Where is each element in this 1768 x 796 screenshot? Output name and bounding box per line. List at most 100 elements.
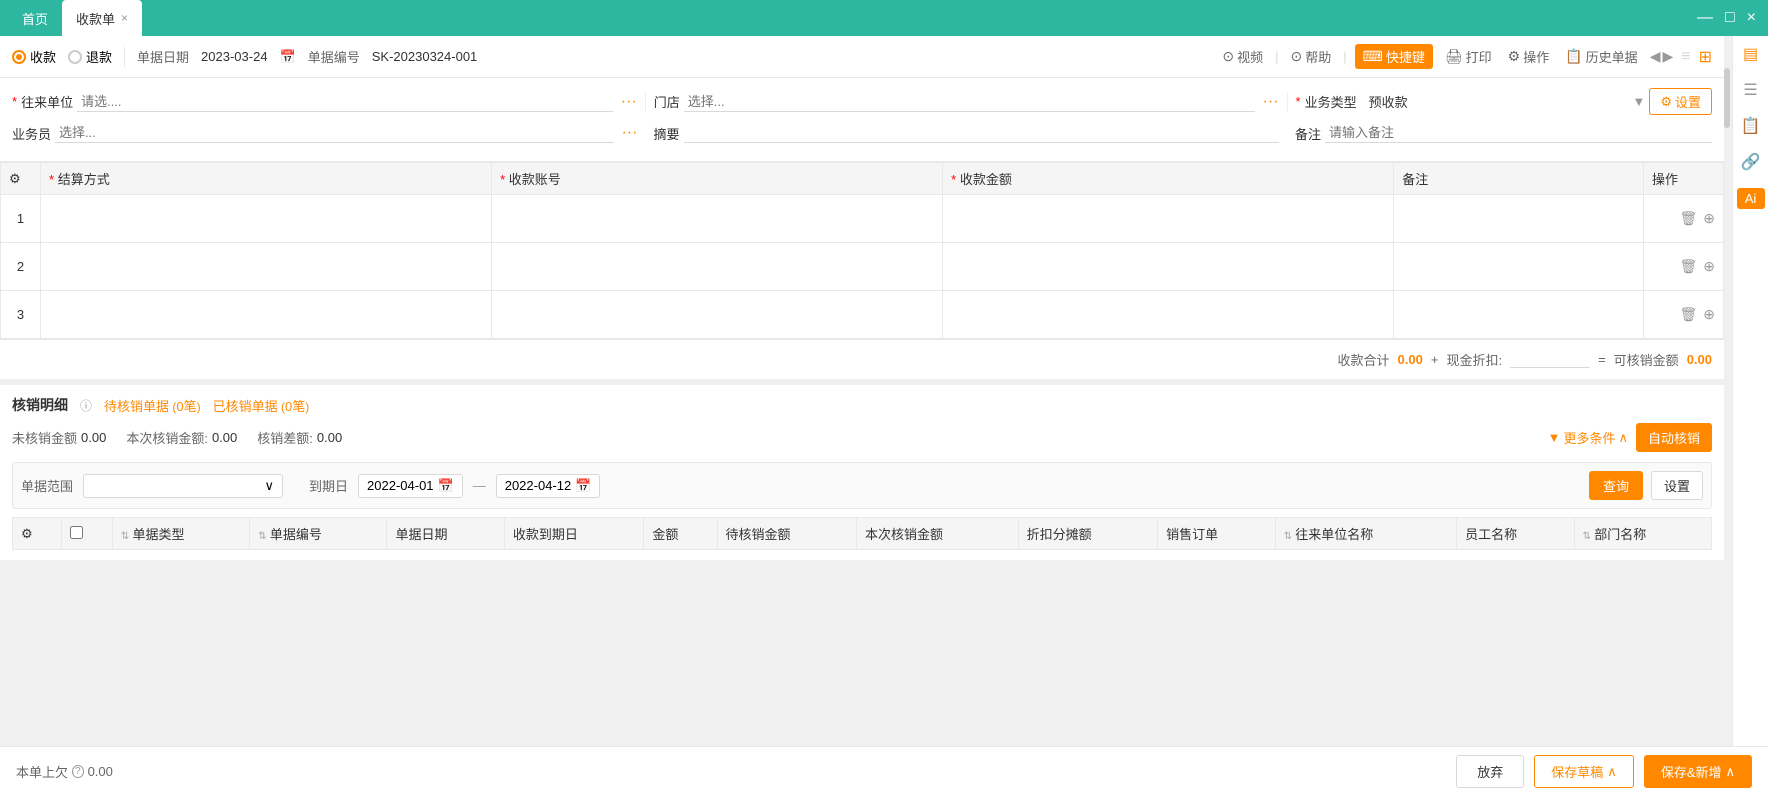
save-draft-btn[interactable]: 保存草稿 ∧ xyxy=(1534,755,1634,788)
row-2-settlement[interactable] xyxy=(41,243,492,291)
row-1-copy-icon[interactable]: ⊕ xyxy=(1703,210,1715,227)
tab-home[interactable]: 首页 xyxy=(8,0,62,36)
video-btn[interactable]: ⊙ 视频 xyxy=(1218,45,1267,68)
range-select[interactable]: ∨ xyxy=(83,474,283,498)
toolbar: 收款 退款 单据日期 2023-03-24 📅 单据编号 SK-20230324… xyxy=(0,36,1724,78)
data-table: ⚙ * 结算方式 * 收款账号 * 收款金额 备注 操作 xyxy=(0,162,1724,339)
help-btn[interactable]: ⊙ 帮助 xyxy=(1286,45,1335,68)
radio-dot-refund xyxy=(68,50,82,64)
more-conditions-btn[interactable]: ▼ 更多条件 ∧ xyxy=(1548,428,1628,447)
query-btn[interactable]: 查询 xyxy=(1589,471,1643,500)
abandon-btn[interactable]: 放弃 xyxy=(1456,755,1524,788)
row-1-amount[interactable] xyxy=(943,195,1394,243)
row-3-delete-icon[interactable]: 🗑 xyxy=(1679,306,1697,323)
col-note-header: 备注 xyxy=(1394,163,1644,195)
auto-reconcil-btn[interactable]: 自动核销 xyxy=(1636,423,1712,452)
settings-icon: ⚙ xyxy=(9,171,21,186)
col-account-header: * 收款账号 xyxy=(492,163,943,195)
counterpart-input[interactable] xyxy=(77,92,613,112)
staff-label: 业务员 xyxy=(12,124,51,143)
scrollbar-thumb[interactable] xyxy=(1724,68,1730,128)
settings-btn-label: 设置 xyxy=(1675,92,1701,111)
calendar-to-icon[interactable]: 📅 xyxy=(575,478,591,494)
calendar-from-icon[interactable]: 📅 xyxy=(438,478,454,494)
tab-collection-label: 收款单 xyxy=(76,9,115,28)
save-new-arrow[interactable]: ∧ xyxy=(1725,764,1735,780)
history-btn[interactable]: 📋 历史单据 xyxy=(1561,45,1641,68)
table-row: 1 🗑 ⊕ xyxy=(1,195,1724,243)
scrollbar[interactable] xyxy=(1724,36,1732,746)
close-icon[interactable]: × xyxy=(1743,7,1760,29)
prev-arrow[interactable]: ◀ xyxy=(1650,48,1661,65)
settings-button[interactable]: ⚙ 设置 xyxy=(1649,88,1712,115)
discount-input[interactable] xyxy=(1510,352,1590,368)
sidebar-icon-3[interactable]: 📋 xyxy=(1741,116,1761,136)
radio-refund[interactable]: 退款 xyxy=(68,47,112,66)
staff-more-icon[interactable]: ··· xyxy=(622,124,638,142)
col-settings-header[interactable]: ⚙ xyxy=(1,163,41,195)
row-2-note[interactable] xyxy=(1394,243,1644,291)
bt-col-checkbox[interactable] xyxy=(61,518,112,550)
sidebar-icon-4[interactable]: 🔗 xyxy=(1741,152,1761,172)
row-3-note[interactable] xyxy=(1394,291,1644,339)
row-2-amount[interactable] xyxy=(943,243,1394,291)
business-type-arrow[interactable]: ▼ xyxy=(1632,94,1645,109)
number-value: SK-20230324-001 xyxy=(372,49,478,64)
note-input[interactable] xyxy=(1325,123,1712,143)
counterpart-more-icon[interactable]: ··· xyxy=(621,93,637,111)
done-count: 0笔 xyxy=(285,399,305,414)
col-amount-header: * 收款金额 xyxy=(943,163,1394,195)
row-2-delete-icon[interactable]: 🗑 xyxy=(1679,258,1697,275)
bt-col-dept: ⇅ 部门名称 xyxy=(1574,518,1711,550)
sidebar-icon-1[interactable]: ▤ xyxy=(1743,44,1758,64)
operation-btn[interactable]: ⚙ 操作 xyxy=(1504,45,1554,68)
row-1-note[interactable] xyxy=(1394,195,1644,243)
next-arrow[interactable]: ▶ xyxy=(1662,48,1673,65)
radio-collection[interactable]: 收款 xyxy=(12,47,56,66)
date-from-input[interactable]: 2022-04-01 📅 xyxy=(358,474,463,498)
date-value: 2023-03-24 xyxy=(201,49,268,64)
select-all-checkbox[interactable] xyxy=(70,526,83,539)
bt-col-settings[interactable]: ⚙ xyxy=(13,518,62,550)
pending-tab[interactable]: 待核销单据 (0笔) xyxy=(104,396,201,415)
grid-icon[interactable]: ⊞ xyxy=(1699,47,1712,67)
calendar-icon[interactable]: 📅 xyxy=(280,49,296,65)
date-to-value: 2022-04-12 xyxy=(505,478,572,493)
available-label: 可核销金额 xyxy=(1614,350,1679,369)
total-value: 0.00 xyxy=(1398,352,1423,367)
summary-input[interactable] xyxy=(684,123,1279,143)
row-2-actions: 🗑 ⊕ xyxy=(1644,243,1724,291)
shortcut-btn[interactable]: ⌨ 快捷键 xyxy=(1355,44,1433,69)
done-tab[interactable]: 已核销单据 (0笔) xyxy=(213,396,310,415)
minimize-icon[interactable]: — xyxy=(1693,7,1717,29)
row-3-amount[interactable] xyxy=(943,291,1394,339)
row-1-account[interactable] xyxy=(492,195,943,243)
store-input[interactable] xyxy=(684,92,1255,112)
reconcil-header: 核销明细 ⓘ 待核销单据 (0笔) 已核销单据 (0笔) xyxy=(12,395,1712,415)
unverified-value: 0.00 xyxy=(81,430,106,445)
date-to-input[interactable]: 2022-04-12 📅 xyxy=(496,474,601,498)
current-label: 本次核销金额: xyxy=(126,428,208,447)
reconcil-settings-btn[interactable]: 设置 xyxy=(1651,471,1703,500)
save-draft-arrow[interactable]: ∧ xyxy=(1607,764,1617,780)
row-3-settlement[interactable] xyxy=(41,291,492,339)
row-1-delete-icon[interactable]: 🗑 xyxy=(1679,210,1697,227)
store-more-icon[interactable]: ··· xyxy=(1263,93,1279,111)
bt-settings-icon: ⚙ xyxy=(21,526,33,541)
row-1-settlement[interactable] xyxy=(41,195,492,243)
save-new-btn[interactable]: 保存&新增 ∧ xyxy=(1644,755,1752,788)
unverified-stat: 未核销金额 0.00 xyxy=(12,428,106,447)
tab-close-icon[interactable]: × xyxy=(121,11,128,25)
row-2-account[interactable] xyxy=(492,243,943,291)
maximize-icon[interactable]: □ xyxy=(1721,7,1739,29)
row-3-account[interactable] xyxy=(492,291,943,339)
row-3-copy-icon[interactable]: ⊕ xyxy=(1703,306,1715,323)
ai-button[interactable]: Ai xyxy=(1737,188,1765,209)
print-btn[interactable]: 🖨 打印 xyxy=(1441,45,1496,68)
row-2-copy-icon[interactable]: ⊕ xyxy=(1703,258,1715,275)
tab-collection[interactable]: 收款单 × xyxy=(62,0,142,36)
sidebar-icon-2[interactable]: ☰ xyxy=(1743,80,1757,100)
staff-input[interactable] xyxy=(55,123,614,143)
reconcil-info-icon[interactable]: ⓘ xyxy=(80,397,92,414)
operation-icon: ⚙ xyxy=(1508,48,1521,65)
